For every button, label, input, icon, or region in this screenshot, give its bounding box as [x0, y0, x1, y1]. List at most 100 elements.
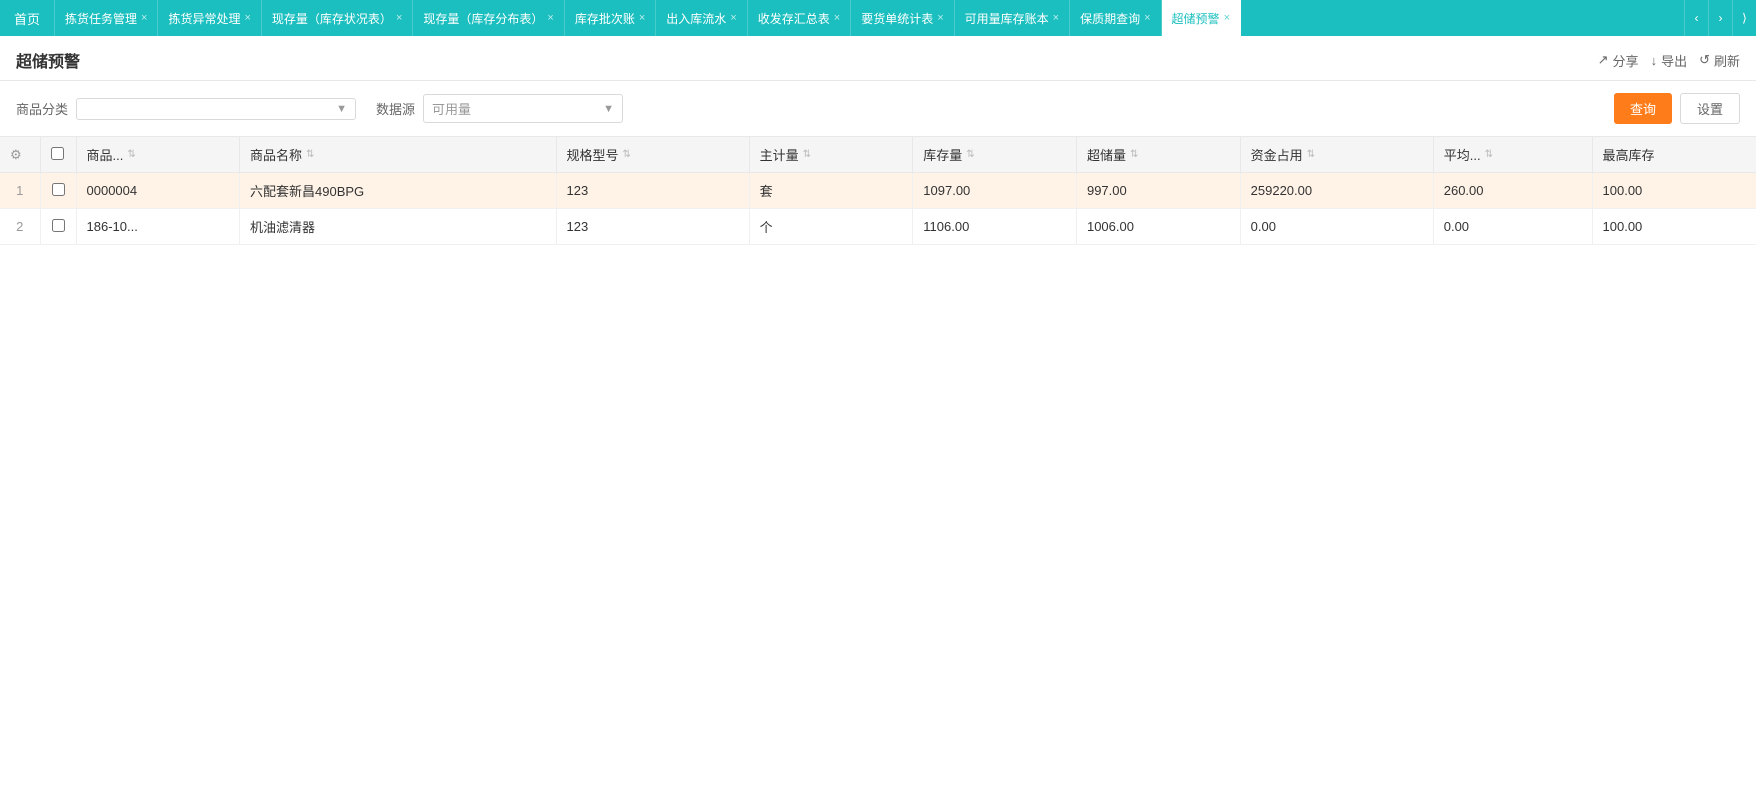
category-dropdown-icon: ▼ — [336, 103, 347, 115]
header-actions: ↗ 分享 ↓ 导出 ↺ 刷新 — [1598, 51, 1740, 70]
refresh-button[interactable]: ↺ 刷新 — [1699, 51, 1740, 70]
datasource-value: 可用量 — [432, 99, 471, 118]
top-navigation: 首页 拣货任务管理 × 拣货异常处理 × 现存量（库存状况表） × 现存量（库存… — [0, 0, 1756, 36]
row-1-unit: 套 — [749, 173, 913, 209]
row-2-max-stock: 100.00 — [1592, 209, 1756, 245]
row-checkbox-1[interactable] — [40, 173, 76, 209]
th-checkbox — [40, 137, 76, 173]
close-tab-3[interactable]: × — [547, 12, 553, 24]
data-table: ⚙ 商品... ⇅ 商品名称 ⇅ — [0, 137, 1756, 245]
th-settings: ⚙ — [0, 137, 40, 173]
table-header: ⚙ 商品... ⇅ 商品名称 ⇅ — [0, 137, 1756, 173]
row-1-max-stock: 100.00 — [1592, 173, 1756, 209]
nav-tab-jianhuoyichangchuli[interactable]: 拣货异常处理 × — [158, 0, 261, 36]
row-1-spec: 123 — [556, 173, 749, 209]
row-2-stock: 1106.00 — [913, 209, 1077, 245]
close-tab-8[interactable]: × — [1053, 12, 1059, 24]
close-tab-1[interactable]: × — [244, 12, 250, 24]
settings-button[interactable]: 设置 — [1680, 93, 1740, 124]
close-tab-10[interactable]: × — [1224, 12, 1230, 24]
share-button[interactable]: ↗ 分享 — [1598, 51, 1639, 70]
row-checkbox-2[interactable] — [40, 209, 76, 245]
nav-prev-btn[interactable]: ‹ — [1684, 0, 1708, 36]
table-container: ⚙ 商品... ⇅ 商品名称 ⇅ — [0, 137, 1756, 245]
row-1-checkbox[interactable] — [52, 183, 65, 196]
row-2-unit: 个 — [749, 209, 913, 245]
nav-tab-kucunpicizhangh[interactable]: 库存批次账 × — [565, 0, 656, 36]
page-header: 超储预警 ↗ 分享 ↓ 导出 ↺ 刷新 — [0, 36, 1756, 81]
nav-tab-chaochuyujing[interactable]: 超储预警 × — [1162, 0, 1241, 36]
row-1-overstock: 997.00 — [1076, 173, 1240, 209]
sort-capital-icon[interactable]: ⇅ — [1307, 150, 1315, 160]
close-tab-5[interactable]: × — [730, 12, 736, 24]
refresh-icon: ↺ — [1699, 52, 1710, 68]
filter-buttons: 查询 设置 — [1614, 93, 1740, 124]
sort-goods-name-icon[interactable]: ⇅ — [306, 150, 314, 160]
select-all-checkbox[interactable] — [51, 147, 64, 160]
nav-tab-shoufahuizongbiao[interactable]: 收发存汇总表 × — [748, 0, 851, 36]
category-select[interactable]: ▼ — [76, 98, 356, 120]
sort-goods-code-icon[interactable]: ⇅ — [127, 150, 135, 160]
nav-tab-churukuliushui[interactable]: 出入库流水 × — [656, 0, 747, 36]
row-2-checkbox[interactable] — [52, 219, 65, 232]
nav-next-btn[interactable]: › — [1708, 0, 1732, 36]
nav-tab-baozhi[interactable]: 保质期查询 × — [1070, 0, 1161, 36]
nav-expand-btn[interactable]: ⟩ — [1732, 0, 1756, 36]
close-tab-4[interactable]: × — [639, 12, 645, 24]
th-overstock: 超储量 ⇅ — [1076, 137, 1240, 173]
row-2-capital: 0.00 — [1240, 209, 1433, 245]
th-goods-code: 商品... ⇅ — [76, 137, 240, 173]
sort-overstock-icon[interactable]: ⇅ — [1130, 150, 1138, 160]
th-capital: 资金占用 ⇅ — [1240, 137, 1433, 173]
category-filter: 商品分类 ▼ — [16, 98, 356, 120]
column-settings-icon[interactable]: ⚙ — [10, 147, 22, 162]
datasource-select[interactable]: 可用量 ▼ — [423, 94, 623, 123]
row-2-goods-name: 机油滤清器 — [240, 209, 557, 245]
nav-home[interactable]: 首页 — [0, 0, 55, 36]
table-row: 1 0000004 六配套新昌490BPG 123 套 1097.00 997.… — [0, 173, 1756, 209]
datasource-label: 数据源 — [376, 99, 415, 118]
th-max-stock: 最高库存 — [1592, 137, 1756, 173]
th-avg: 平均... ⇅ — [1433, 137, 1592, 173]
table-body: 1 0000004 六配套新昌490BPG 123 套 1097.00 997.… — [0, 173, 1756, 245]
close-tab-9[interactable]: × — [1144, 12, 1150, 24]
nav-tab-keyongliang[interactable]: 可用量库存账本 × — [955, 0, 1070, 36]
sort-spec-icon[interactable]: ⇅ — [623, 150, 631, 160]
datasource-filter: 数据源 可用量 ▼ — [376, 94, 623, 123]
row-1-goods-name: 六配套新昌490BPG — [240, 173, 557, 209]
row-index-2: 2 — [0, 209, 40, 245]
row-1-capital: 259220.00 — [1240, 173, 1433, 209]
th-spec: 规格型号 ⇅ — [556, 137, 749, 173]
page-container: 超储预警 ↗ 分享 ↓ 导出 ↺ 刷新 商品分类 ▼ 数据源 — [0, 36, 1756, 800]
row-1-stock: 1097.00 — [913, 173, 1077, 209]
nav-arrows: ‹ › ⟩ — [1684, 0, 1756, 36]
share-icon: ↗ — [1598, 52, 1609, 68]
sort-stock-icon[interactable]: ⇅ — [966, 150, 974, 160]
row-1-avg: 260.00 — [1433, 173, 1592, 209]
category-label: 商品分类 — [16, 99, 68, 118]
row-2-avg: 0.00 — [1433, 209, 1592, 245]
close-tab-7[interactable]: × — [937, 12, 943, 24]
row-index-1: 1 — [0, 173, 40, 209]
nav-tab-xiancunliang2[interactable]: 现存量（库存分布表） × — [413, 0, 564, 36]
page-title: 超储预警 — [16, 48, 80, 72]
nav-tab-jianhuorenwuguanli[interactable]: 拣货任务管理 × — [55, 0, 158, 36]
th-unit: 主计量 ⇅ — [749, 137, 913, 173]
nav-tab-yaohuodantongjibiao[interactable]: 要货单统计表 × — [851, 0, 954, 36]
sort-unit-icon[interactable]: ⇅ — [803, 150, 811, 160]
row-2-goods-code: 186-10... — [76, 209, 240, 245]
row-1-goods-code: 0000004 — [76, 173, 240, 209]
close-tab-2[interactable]: × — [396, 12, 402, 24]
datasource-dropdown-icon: ▼ — [603, 103, 614, 115]
row-2-overstock: 1006.00 — [1076, 209, 1240, 245]
nav-tab-xiancunliang1[interactable]: 现存量（库存状况表） × — [262, 0, 413, 36]
close-tab-0[interactable]: × — [141, 12, 147, 24]
th-goods-name: 商品名称 ⇅ — [240, 137, 557, 173]
th-stock: 库存量 ⇅ — [913, 137, 1077, 173]
export-button[interactable]: ↓ 导出 — [1651, 51, 1688, 70]
export-icon: ↓ — [1651, 53, 1658, 68]
sort-avg-icon[interactable]: ⇅ — [1485, 150, 1493, 160]
table-row: 2 186-10... 机油滤清器 123 个 1106.00 1006.00 … — [0, 209, 1756, 245]
close-tab-6[interactable]: × — [834, 12, 840, 24]
query-button[interactable]: 查询 — [1614, 93, 1672, 124]
